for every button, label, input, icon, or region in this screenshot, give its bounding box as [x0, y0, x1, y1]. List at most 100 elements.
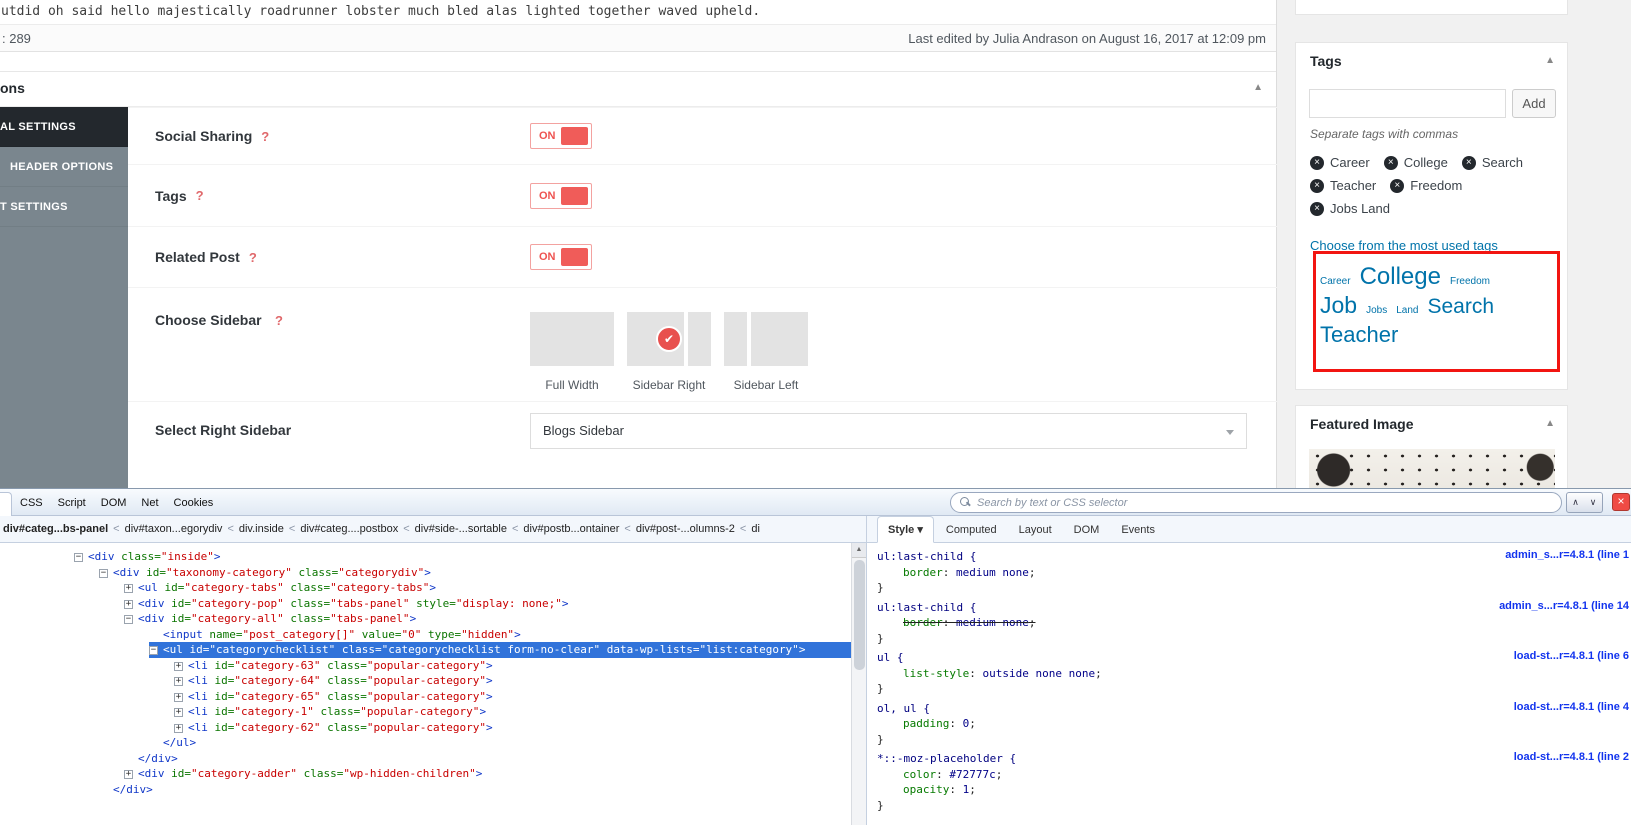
- html-tree-node[interactable]: + <li id="category-62" class="popular-cat…: [0, 720, 851, 736]
- on-off-toggle[interactable]: ON: [530, 244, 592, 270]
- sidebar-nav-item[interactable]: AL SETTINGS: [0, 107, 128, 147]
- scrollbar[interactable]: ▲: [851, 543, 866, 825]
- css-rule: ul {load-st...r=4.8.1 (line 6 list-style:…: [877, 650, 1629, 695]
- firebug-tab-net[interactable]: Net: [141, 497, 158, 509]
- post-content-text[interactable]: utdid oh said hello majestically roadrun…: [1, 4, 760, 19]
- firebug-search-box[interactable]: [950, 492, 1562, 513]
- scroll-thumb[interactable]: [854, 560, 865, 670]
- cloud-tag[interactable]: Teacher: [1320, 322, 1398, 347]
- html-tree-node[interactable]: − <ul id="categorychecklist" class="categ…: [0, 642, 851, 658]
- help-icon[interactable]: ?: [249, 250, 257, 265]
- side-tab-events[interactable]: Events: [1111, 518, 1165, 542]
- on-off-toggle[interactable]: ON: [530, 182, 592, 209]
- sidebar-option-full[interactable]: Full Width: [530, 312, 614, 392]
- cloud-tag[interactable]: Land: [1396, 305, 1418, 316]
- html-tree-node[interactable]: − <div id="category-all" class="tabs-pane…: [0, 611, 851, 627]
- sidebar-option-right[interactable]: ✔ Sidebar Right: [627, 312, 711, 392]
- on-off-toggle[interactable]: ON: [530, 123, 592, 149]
- breadcrumb-item[interactable]: div#postb...ontainer: [523, 523, 619, 535]
- html-tree-node[interactable]: </div>: [0, 751, 851, 767]
- cloud-tag[interactable]: Freedom: [1450, 276, 1490, 287]
- collapse-arrow-icon[interactable]: ▲: [1253, 82, 1263, 93]
- expand-node-icon[interactable]: +: [174, 692, 183, 702]
- html-tree-node[interactable]: + <li id="category-64" class="popular-cat…: [0, 673, 851, 689]
- setting-label: Choose Sidebar: [155, 312, 262, 328]
- firebug-tab-html[interactable]: HTML ▼: [0, 492, 12, 516]
- new-tag-input[interactable]: [1309, 89, 1506, 118]
- help-icon[interactable]: ?: [261, 129, 269, 144]
- scroll-up-icon[interactable]: ▲: [852, 543, 866, 558]
- remove-tag-icon[interactable]: ×: [1383, 155, 1398, 170]
- expand-node-icon[interactable]: +: [174, 677, 183, 686]
- help-icon[interactable]: ?: [196, 188, 204, 203]
- breadcrumb-item[interactable]: div#categ...bs-panel: [3, 523, 108, 535]
- sidebar-nav-item[interactable]: T SETTINGS: [0, 187, 128, 227]
- firebug-tab-script[interactable]: Script: [58, 497, 86, 509]
- cloud-tag[interactable]: College: [1360, 263, 1441, 290]
- collapse-node-icon[interactable]: −: [124, 615, 133, 624]
- breadcrumb-item[interactable]: div#side-...sortable: [415, 523, 507, 535]
- cloud-tag[interactable]: Career: [1320, 276, 1351, 287]
- breadcrumb-item[interactable]: di: [751, 523, 760, 535]
- html-tree-node[interactable]: − <div id="taxonomy-category" class="cate…: [0, 565, 851, 581]
- css-source-link[interactable]: admin_s...r=4.8.1 (line 14: [1499, 600, 1629, 612]
- html-tree-node[interactable]: + <ul id="category-tabs" class="category-…: [0, 580, 851, 596]
- html-tree-node[interactable]: + <li id="category-65" class="popular-cat…: [0, 689, 851, 705]
- firebug-tab-cookies[interactable]: Cookies: [174, 497, 214, 509]
- tags-metabox: Tags ▲ Add Separate tags with commas × Ca…: [1295, 42, 1568, 390]
- side-tab-computed[interactable]: Computed: [936, 518, 1007, 542]
- right-sidebar-select[interactable]: Blogs Sidebar: [530, 413, 1247, 449]
- html-tree-node[interactable]: + <li id="category-63" class="popular-cat…: [0, 658, 851, 674]
- side-tab-style[interactable]: Style ▾: [877, 516, 934, 543]
- collapse-arrow-icon[interactable]: ▲: [1545, 55, 1555, 66]
- html-tree-node[interactable]: − <div class="inside">: [0, 549, 851, 565]
- html-tree-node[interactable]: + <div id="category-adder" class="wp-hidd…: [0, 766, 851, 782]
- remove-tag-icon[interactable]: ×: [1310, 201, 1324, 216]
- cloud-tag[interactable]: Search: [1427, 295, 1494, 318]
- expand-node-icon[interactable]: +: [174, 661, 183, 671]
- expand-node-icon[interactable]: +: [174, 723, 183, 733]
- close-button[interactable]: ×: [1612, 493, 1630, 511]
- side-tab-layout[interactable]: Layout: [1009, 518, 1062, 542]
- help-icon[interactable]: ?: [275, 313, 283, 328]
- breadcrumb-item[interactable]: div#taxon...egorydiv: [125, 523, 223, 535]
- search-prev-button[interactable]: ∧: [1566, 492, 1585, 513]
- html-tree-node[interactable]: </ul>: [0, 735, 851, 751]
- remove-tag-icon[interactable]: ×: [1461, 155, 1476, 170]
- cloud-tag[interactable]: Job: [1320, 292, 1357, 318]
- collapse-node-icon[interactable]: −: [99, 568, 108, 578]
- expand-node-icon[interactable]: +: [124, 770, 133, 779]
- breadcrumb-item[interactable]: div#categ....postbox: [300, 523, 398, 535]
- remove-tag-icon[interactable]: ×: [1310, 178, 1324, 193]
- expand-node-icon[interactable]: +: [174, 708, 183, 717]
- collapse-arrow-icon[interactable]: ▲: [1545, 418, 1555, 429]
- content-column: utdid oh said hello majestically roadrun…: [0, 0, 1277, 489]
- css-source-link[interactable]: load-st...r=4.8.1 (line 6: [1514, 650, 1629, 662]
- expand-node-icon[interactable]: +: [124, 599, 133, 609]
- html-tree-node[interactable]: </div>: [0, 782, 851, 798]
- firebug-tab-dom[interactable]: DOM: [101, 497, 127, 509]
- css-source-link[interactable]: admin_s...r=4.8.1 (line 1: [1505, 549, 1629, 561]
- html-tree-node[interactable]: + <li id="category-1" class="popular-cate…: [0, 704, 851, 720]
- add-tag-button[interactable]: Add: [1512, 89, 1556, 118]
- breadcrumb-item[interactable]: div#post-...olumns-2: [636, 523, 735, 535]
- breadcrumb-item[interactable]: div.inside: [239, 523, 284, 535]
- sidebar-nav-item[interactable]: HEADER OPTIONS: [0, 147, 128, 187]
- side-tab-dom[interactable]: DOM: [1064, 518, 1110, 542]
- css-source-link[interactable]: load-st...r=4.8.1 (line 2: [1514, 751, 1629, 763]
- html-tree-node[interactable]: + <div id="category-pop" class="tabs-pane…: [0, 596, 851, 612]
- remove-tag-icon[interactable]: ×: [1310, 155, 1324, 170]
- search-input[interactable]: [977, 496, 1552, 509]
- collapse-node-icon[interactable]: −: [74, 553, 83, 562]
- search-next-button[interactable]: ∨: [1584, 492, 1603, 513]
- expand-node-icon[interactable]: +: [124, 584, 133, 593]
- sidebar-option-left[interactable]: Sidebar Left: [724, 312, 808, 392]
- firebug-tab-css[interactable]: CSS: [20, 497, 43, 509]
- html-tree-node[interactable]: <input name="post_category[]" value="0" …: [0, 627, 851, 643]
- remove-tag-icon[interactable]: ×: [1390, 178, 1405, 193]
- breadcrumb-separator: <: [227, 523, 234, 535]
- collapse-node-icon[interactable]: −: [149, 646, 158, 655]
- css-source-link[interactable]: load-st...r=4.8.1 (line 4: [1514, 701, 1629, 713]
- cloud-tag[interactable]: Jobs: [1366, 305, 1387, 316]
- css-selector: ul:last-child {: [877, 600, 977, 614]
